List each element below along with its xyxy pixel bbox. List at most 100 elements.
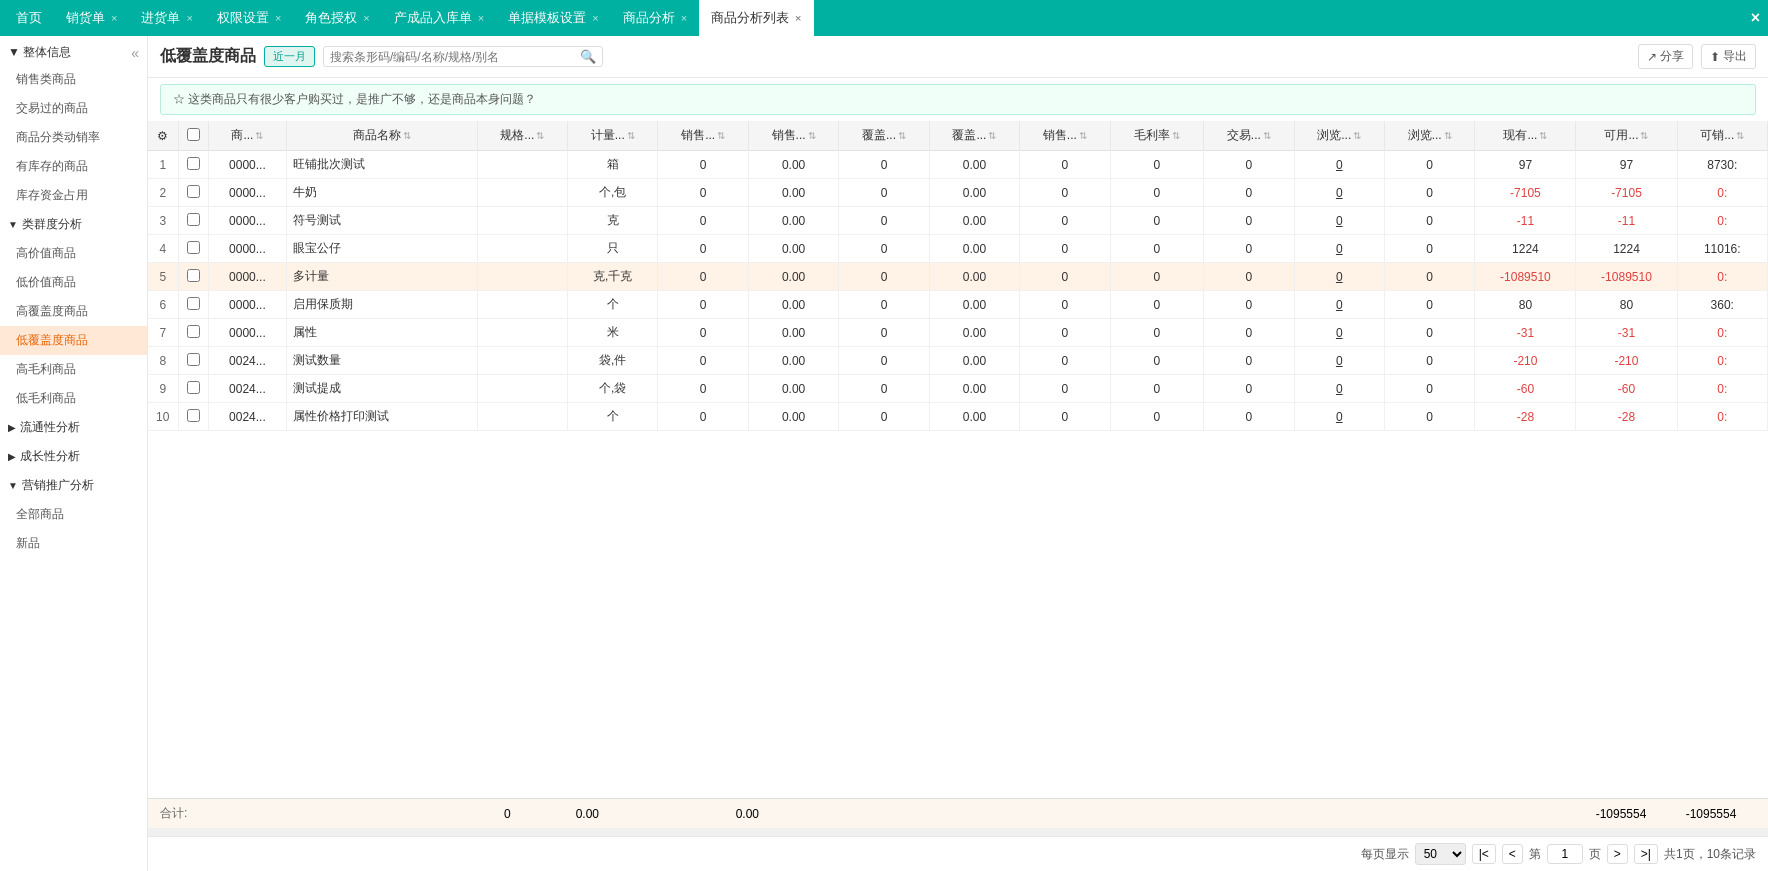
sidebar-collapse-button[interactable]: « (131, 45, 139, 61)
row-browse1[interactable]: 0 (1294, 235, 1384, 263)
row-spec (477, 291, 567, 319)
nav-tab-permissions[interactable]: 权限设置 × (205, 0, 293, 36)
prev-page-button[interactable]: < (1502, 844, 1523, 864)
footer-cover2: 0.00 (707, 807, 787, 821)
select-all-checkbox[interactable] (187, 128, 200, 141)
search-input[interactable] (330, 50, 580, 64)
close-icon[interactable]: × (795, 12, 801, 24)
nav-tab-warehouse[interactable]: 产成品入库单 × (382, 0, 496, 36)
row-spec (477, 151, 567, 179)
close-icon[interactable]: × (592, 12, 598, 24)
col-available-stock[interactable]: 可用...⇅ (1576, 121, 1677, 151)
sidebar-item-low-coverage[interactable]: 低覆盖度商品 (0, 326, 147, 355)
sidebar-item-traded-goods[interactable]: 交易过的商品 (0, 94, 147, 123)
sidebar-section-growth[interactable]: ▶ 成长性分析 (0, 442, 147, 471)
col-code[interactable]: 商...⇅ (208, 121, 287, 151)
row-browse2: 0 (1384, 347, 1474, 375)
export-button[interactable]: ⬆ 导出 (1701, 44, 1756, 69)
sidebar-item-low-margin[interactable]: 低毛利商品 (0, 384, 147, 413)
row-checkbox[interactable] (178, 403, 208, 431)
nav-tab-analysis-list[interactable]: 商品分析列表 × (699, 0, 813, 36)
sidebar-item-all-goods[interactable]: 全部商品 (0, 500, 147, 529)
next-page-button[interactable]: > (1607, 844, 1628, 864)
table-row: 3 0000... 符号测试 克 0 0.00 0 0.00 0 0 0 0 0… (148, 207, 1768, 235)
row-checkbox[interactable] (178, 375, 208, 403)
row-num: 5 (148, 263, 178, 291)
col-sales3[interactable]: 销售...⇅ (1020, 121, 1110, 151)
col-spec[interactable]: 规格...⇅ (477, 121, 567, 151)
row-browse1[interactable]: 0 (1294, 179, 1384, 207)
row-available-stock: 97 (1576, 151, 1677, 179)
nav-tab-sales[interactable]: 销货单 × (54, 0, 129, 36)
page-number-input[interactable] (1547, 844, 1583, 864)
sidebar-section-liquidity[interactable]: ▶ 流通性分析 (0, 413, 147, 442)
row-browse1[interactable]: 0 (1294, 151, 1384, 179)
col-cover1[interactable]: 覆盖...⇅ (839, 121, 929, 151)
sidebar-item-stocked-goods[interactable]: 有库存的商品 (0, 152, 147, 181)
row-salable: 360: (1677, 291, 1768, 319)
close-icon[interactable]: × (681, 12, 687, 24)
row-checkbox[interactable] (178, 263, 208, 291)
last-page-button[interactable]: >| (1634, 844, 1658, 864)
sidebar-section-marketing[interactable]: ▼ 营销推广分析 (0, 471, 147, 500)
first-page-button[interactable]: |< (1472, 844, 1496, 864)
row-checkbox[interactable] (178, 151, 208, 179)
row-browse1[interactable]: 0 (1294, 263, 1384, 291)
close-icon[interactable]: × (363, 12, 369, 24)
row-checkbox[interactable] (178, 207, 208, 235)
row-checkbox[interactable] (178, 319, 208, 347)
row-code: 0000... (208, 151, 287, 179)
col-name[interactable]: 商品名称⇅ (287, 121, 477, 151)
close-icon[interactable]: × (186, 12, 192, 24)
col-browse1[interactable]: 浏览...⇅ (1294, 121, 1384, 151)
sidebar-item-sales-goods[interactable]: 销售类商品 (0, 65, 147, 94)
nav-tab-templates[interactable]: 单据模板设置 × (496, 0, 610, 36)
row-browse1[interactable]: 0 (1294, 403, 1384, 431)
row-checkbox[interactable] (178, 347, 208, 375)
sidebar-item-capital[interactable]: 库存资金占用 (0, 181, 147, 210)
col-checkbox[interactable] (178, 121, 208, 151)
share-button[interactable]: ↗ 分享 (1638, 44, 1693, 69)
row-browse1[interactable]: 0 (1294, 375, 1384, 403)
row-browse1[interactable]: 0 (1294, 207, 1384, 235)
row-checkbox[interactable] (178, 235, 208, 263)
window-close-button[interactable]: × (1751, 9, 1760, 27)
row-browse1[interactable]: 0 (1294, 347, 1384, 375)
row-checkbox[interactable] (178, 179, 208, 207)
close-icon[interactable]: × (111, 12, 117, 24)
sidebar-item-low-value[interactable]: 低价值商品 (0, 268, 147, 297)
page-size-select[interactable]: 20 50 100 (1415, 843, 1466, 865)
sidebar-item-high-margin[interactable]: 高毛利商品 (0, 355, 147, 384)
col-browse2[interactable]: 浏览...⇅ (1384, 121, 1474, 151)
close-icon[interactable]: × (478, 12, 484, 24)
col-cover2[interactable]: 覆盖...⇅ (929, 121, 1019, 151)
nav-tab-home[interactable]: 首页 (4, 0, 54, 36)
col-gross-margin[interactable]: 毛利率⇅ (1110, 121, 1204, 151)
nav-tab-roles[interactable]: 角色授权 × (293, 0, 381, 36)
col-current-stock[interactable]: 现有...⇅ (1475, 121, 1576, 151)
col-settings[interactable]: ⚙ (148, 121, 178, 151)
row-browse2: 0 (1384, 375, 1474, 403)
col-salable[interactable]: 可销...⇅ (1677, 121, 1768, 151)
row-name: 旺铺批次测试 (287, 151, 477, 179)
sidebar-section-category[interactable]: ▼ 类群度分析 (0, 210, 147, 239)
close-icon[interactable]: × (275, 12, 281, 24)
sidebar-item-new-goods[interactable]: 新品 (0, 529, 147, 558)
sidebar-item-high-value[interactable]: 高价值商品 (0, 239, 147, 268)
nav-tab-analysis[interactable]: 商品分析 × (611, 0, 699, 36)
row-checkbox[interactable] (178, 291, 208, 319)
row-code: 0024... (208, 375, 287, 403)
nav-tab-purchase[interactable]: 进货单 × (129, 0, 204, 36)
sidebar-item-high-coverage[interactable]: 高覆盖度商品 (0, 297, 147, 326)
time-filter-badge[interactable]: 近一月 (264, 46, 315, 67)
row-salable: 0: (1677, 179, 1768, 207)
row-num: 10 (148, 403, 178, 431)
row-browse1[interactable]: 0 (1294, 291, 1384, 319)
col-trade[interactable]: 交易...⇅ (1204, 121, 1294, 151)
col-sales-amt[interactable]: 销售...⇅ (748, 121, 838, 151)
row-sales-qty: 0 (658, 291, 748, 319)
col-unit[interactable]: 计量...⇅ (568, 121, 658, 151)
col-sales-qty[interactable]: 销售...⇅ (658, 121, 748, 151)
sidebar-item-category-rate[interactable]: 商品分类动销率 (0, 123, 147, 152)
row-browse1[interactable]: 0 (1294, 319, 1384, 347)
